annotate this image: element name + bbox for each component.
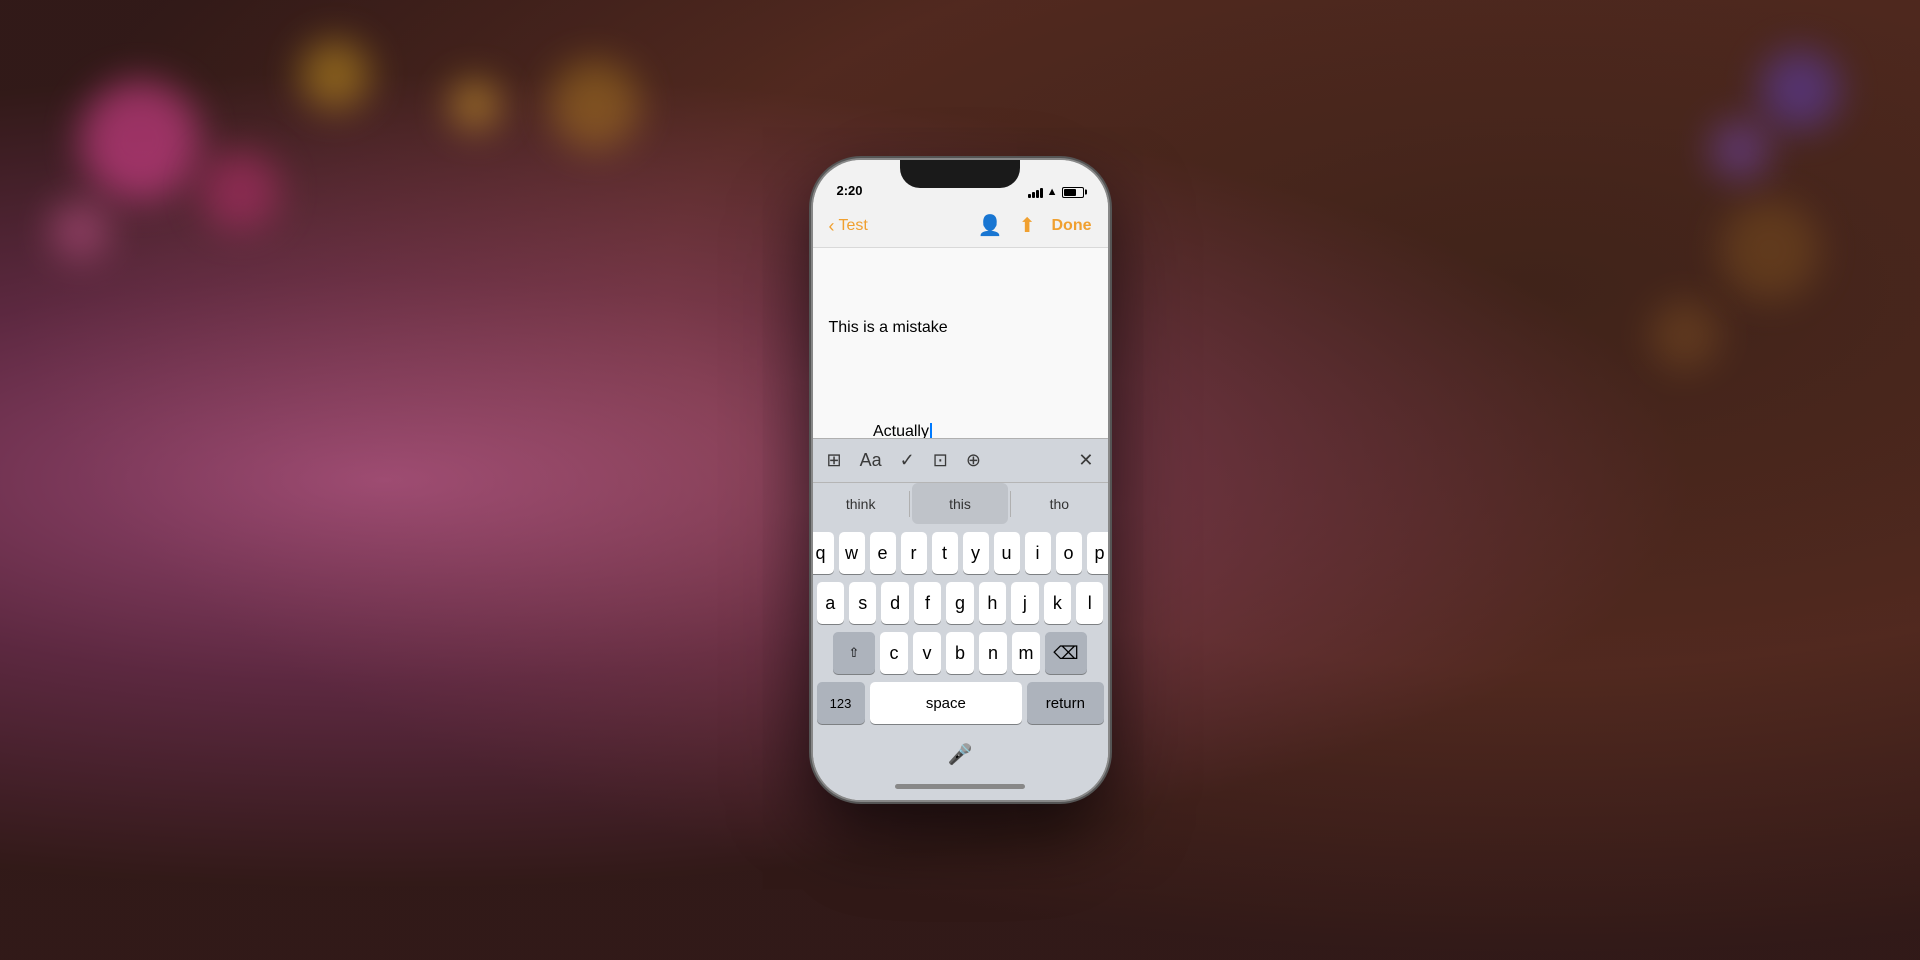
- close-keyboard-icon[interactable]: ✕: [1078, 450, 1093, 471]
- key-n[interactable]: n: [979, 632, 1007, 674]
- key-k[interactable]: k: [1044, 582, 1071, 624]
- key-c[interactable]: c: [880, 632, 908, 674]
- share-icon[interactable]: ⬆: [1019, 213, 1036, 238]
- battery-icon: [1062, 187, 1084, 198]
- key-row-1: q w e r t y u i o p: [817, 532, 1104, 574]
- checkmark-icon[interactable]: ✓: [900, 450, 915, 471]
- done-button[interactable]: Done: [1052, 217, 1092, 235]
- status-icons: ▲: [1028, 186, 1084, 198]
- key-r[interactable]: r: [901, 532, 927, 574]
- key-row-4: 123 space return: [817, 682, 1104, 724]
- key-d[interactable]: d: [881, 582, 908, 624]
- key-p[interactable]: p: [1087, 532, 1108, 574]
- signal-icon: [1028, 186, 1043, 198]
- camera-icon[interactable]: ⊡: [933, 450, 948, 471]
- key-a[interactable]: a: [817, 582, 844, 624]
- key-row-3: ⇧ c v b n m ⌫: [817, 632, 1104, 674]
- wifi-icon: ▲: [1047, 186, 1058, 198]
- keyboard-toolbar: ⊞ Aa ✓ ⊡ ⊕ ✕: [813, 438, 1108, 482]
- key-w[interactable]: w: [839, 532, 865, 574]
- note-text[interactable]: This is a mistake Actually: [829, 268, 1092, 438]
- predictive-tho[interactable]: tho: [1011, 483, 1107, 524]
- key-space[interactable]: space: [870, 682, 1023, 724]
- key-u[interactable]: u: [994, 532, 1020, 574]
- format-icon[interactable]: Aa: [860, 450, 882, 471]
- note-line-2: Actually: [829, 396, 1092, 438]
- microphone-icon[interactable]: 🎤: [948, 742, 973, 767]
- key-q[interactable]: q: [813, 532, 834, 574]
- key-o[interactable]: o: [1056, 532, 1082, 574]
- phone-frame: 2:20 ▲ ‹ Test 👤 ⬆: [813, 160, 1108, 800]
- key-return[interactable]: return: [1027, 682, 1103, 724]
- predictive-divider-1: [909, 491, 910, 517]
- back-chevron-icon: ‹: [829, 217, 835, 235]
- key-j[interactable]: j: [1011, 582, 1038, 624]
- key-row-2: a s d f g h j k l: [817, 582, 1104, 624]
- key-numbers[interactable]: 123: [817, 682, 865, 724]
- key-shift[interactable]: ⇧: [833, 632, 875, 674]
- key-m[interactable]: m: [1012, 632, 1040, 674]
- status-time: 2:20: [837, 183, 863, 198]
- note-content[interactable]: This is a mistake Actually: [813, 248, 1108, 438]
- bottom-bar: [813, 772, 1108, 800]
- nav-bar: ‹ Test 👤 ⬆ Done: [813, 204, 1108, 248]
- table-icon[interactable]: ⊞: [827, 450, 842, 471]
- key-delete[interactable]: ⌫: [1045, 632, 1087, 674]
- phone-screen: 2:20 ▲ ‹ Test 👤 ⬆: [813, 160, 1108, 800]
- key-e[interactable]: e: [870, 532, 896, 574]
- nav-actions: 👤 ⬆ Done: [978, 213, 1092, 238]
- at-icon[interactable]: ⊕: [966, 450, 981, 471]
- predictive-think[interactable]: think: [813, 483, 909, 524]
- home-indicator: [895, 784, 1025, 789]
- key-t[interactable]: t: [932, 532, 958, 574]
- key-v[interactable]: v: [913, 632, 941, 674]
- key-y[interactable]: y: [963, 532, 989, 574]
- key-b[interactable]: b: [946, 632, 974, 674]
- note-line-1: This is a mistake: [829, 316, 1092, 340]
- key-g[interactable]: g: [946, 582, 973, 624]
- keyboard: q w e r t y u i o p a s d f g h j k: [813, 524, 1108, 736]
- microphone-row: 🎤: [813, 736, 1108, 772]
- key-f[interactable]: f: [914, 582, 941, 624]
- key-l[interactable]: l: [1076, 582, 1103, 624]
- key-s[interactable]: s: [849, 582, 876, 624]
- toolbar-left: ⊞ Aa ✓ ⊡ ⊕: [827, 450, 981, 471]
- key-h[interactable]: h: [979, 582, 1006, 624]
- back-button[interactable]: ‹ Test: [829, 217, 868, 235]
- note-line-2-text: Actually: [873, 423, 929, 438]
- phone-notch: [900, 160, 1020, 188]
- predictive-bar: think this tho: [813, 482, 1108, 524]
- person-icon[interactable]: 👤: [978, 213, 1003, 238]
- back-label: Test: [839, 217, 868, 235]
- text-cursor: [930, 423, 932, 438]
- key-i[interactable]: i: [1025, 532, 1051, 574]
- predictive-this[interactable]: this: [912, 483, 1008, 524]
